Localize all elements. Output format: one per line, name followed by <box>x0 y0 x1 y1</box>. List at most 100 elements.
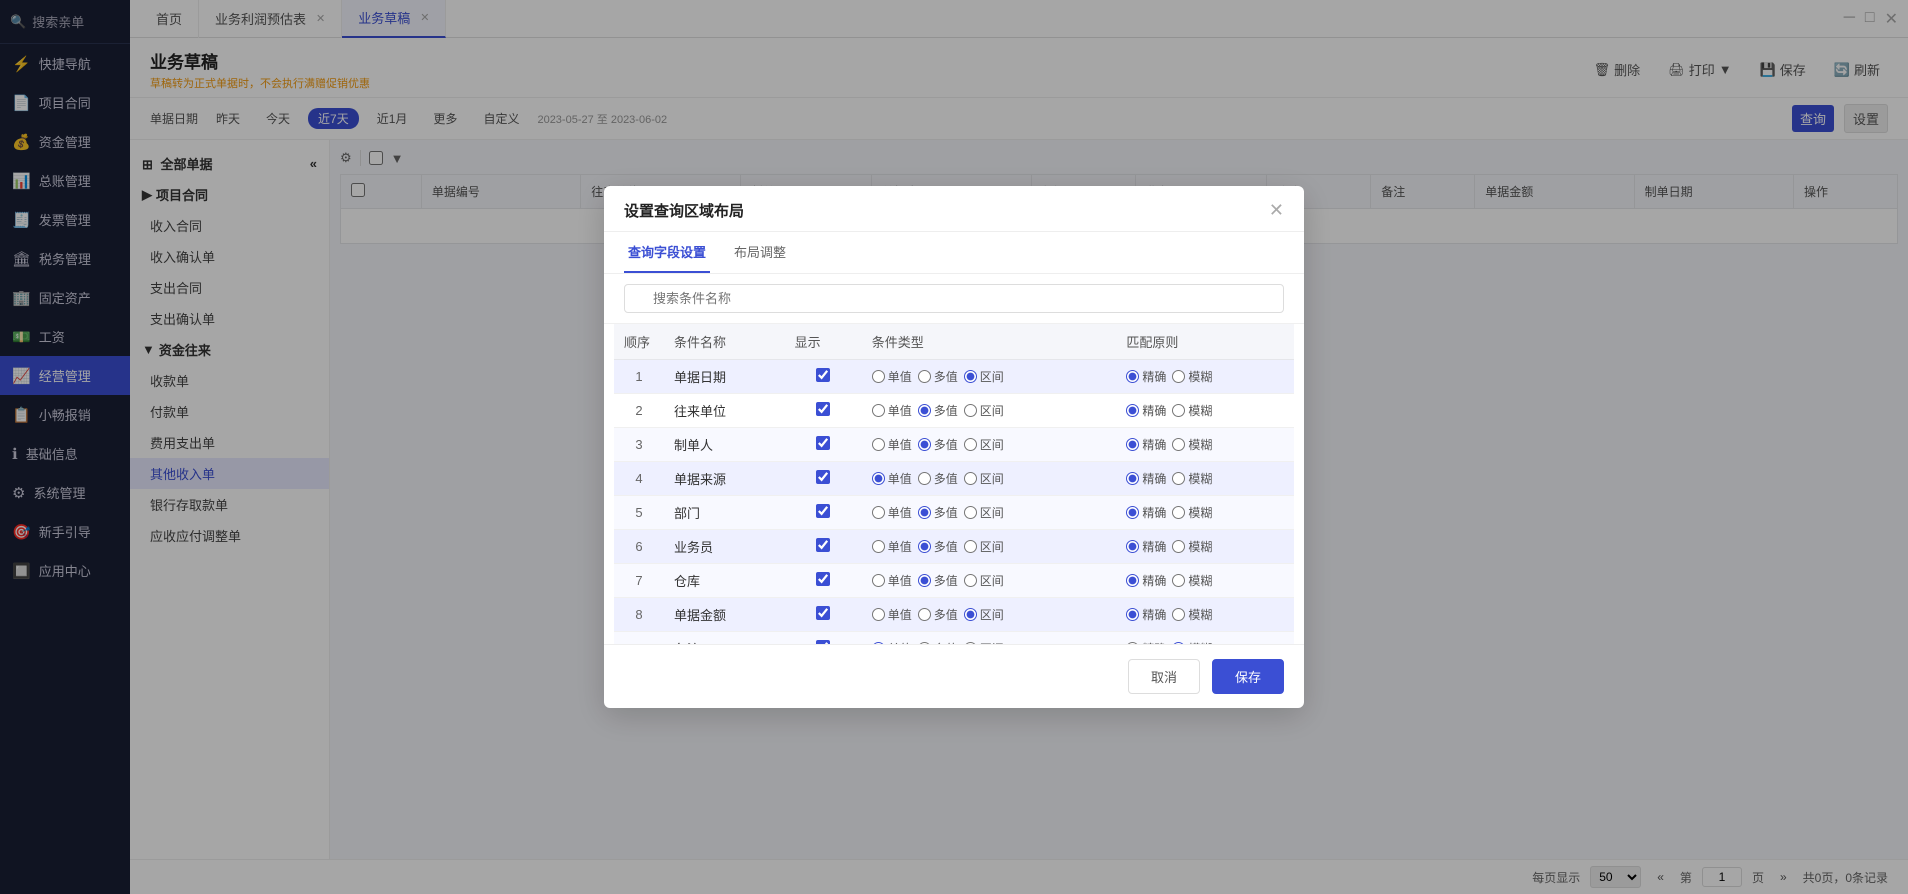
cond-radio-多值[interactable] <box>918 506 931 519</box>
cond-radio-区间[interactable] <box>964 608 977 621</box>
cond-radio-单值[interactable] <box>872 472 885 485</box>
cfg-row-match[interactable]: 精确模糊 <box>1116 360 1294 394</box>
cfg-row-cond-type[interactable]: 单值多值区间 <box>862 462 1117 496</box>
cond-radio-区间[interactable] <box>964 574 977 587</box>
cond-radio-多值[interactable] <box>918 574 931 587</box>
cfg-col-order: 顺序 <box>614 324 664 360</box>
cond-radio-区间[interactable] <box>964 506 977 519</box>
cfg-row-show[interactable] <box>785 462 862 496</box>
cond-radio-单值[interactable] <box>872 404 885 417</box>
cfg-row-show[interactable] <box>785 564 862 598</box>
cfg-row-name: 单据日期 <box>664 360 785 394</box>
cond-radio-多值[interactable] <box>918 608 931 621</box>
cfg-row-match[interactable]: 精确模糊 <box>1116 394 1294 428</box>
dialog: 设置查询区域布局 ✕ 查询字段设置 布局调整 🔍 <box>604 186 1304 708</box>
match-radio-精确[interactable] <box>1126 506 1139 519</box>
dialog-save-btn[interactable]: 保存 <box>1212 659 1284 694</box>
cfg-row-match[interactable]: 精确模糊 <box>1116 428 1294 462</box>
match-radio-精确[interactable] <box>1126 540 1139 553</box>
cfg-row-match[interactable]: 精确模糊 <box>1116 462 1294 496</box>
dialog-search: 🔍 <box>604 274 1304 324</box>
cfg-row-match[interactable]: 精确模糊 <box>1116 530 1294 564</box>
match-radio-精确[interactable] <box>1126 404 1139 417</box>
cfg-row-show[interactable] <box>785 530 862 564</box>
match-radio-精确[interactable] <box>1126 608 1139 621</box>
match-radio-模糊[interactable] <box>1172 404 1185 417</box>
cond-radio-单值[interactable] <box>872 608 885 621</box>
cfg-show-checkbox[interactable] <box>816 538 830 552</box>
match-radio-模糊[interactable] <box>1172 472 1185 485</box>
match-radio-精确[interactable] <box>1126 370 1139 383</box>
cond-radio-多值[interactable] <box>918 370 931 383</box>
match-radio-精确[interactable] <box>1126 438 1139 451</box>
match-radio-模糊[interactable] <box>1172 540 1185 553</box>
cfg-row-cond-type[interactable]: 单值多值区间 <box>862 530 1117 564</box>
cfg-show-checkbox[interactable] <box>816 436 830 450</box>
cfg-row-cond-type[interactable]: 单值多值区间 <box>862 394 1117 428</box>
cond-radio-多值[interactable] <box>918 472 931 485</box>
dialog-close-btn[interactable]: ✕ <box>1269 200 1284 221</box>
cancel-btn[interactable]: 取消 <box>1128 659 1200 694</box>
cfg-table-row: 3制单人单值多值区间精确模糊 <box>614 428 1294 462</box>
cfg-row-cond-type[interactable]: 单值多值区间 <box>862 632 1117 645</box>
cfg-row-show[interactable] <box>785 632 862 645</box>
cfg-row-name: 往来单位 <box>664 394 785 428</box>
cond-radio-多值[interactable] <box>918 540 931 553</box>
cfg-show-checkbox[interactable] <box>816 368 830 382</box>
cond-radio-单值[interactable] <box>872 506 885 519</box>
cfg-table-row: 9备注单值多值区间精确模糊 <box>614 632 1294 645</box>
cfg-row-name: 备注 <box>664 632 785 645</box>
cfg-row-cond-type[interactable]: 单值多值区间 <box>862 564 1117 598</box>
cfg-table-row: 2往来单位单值多值区间精确模糊 <box>614 394 1294 428</box>
dialog-header: 设置查询区域布局 ✕ <box>604 186 1304 232</box>
match-radio-模糊[interactable] <box>1172 506 1185 519</box>
cfg-row-show[interactable] <box>785 360 862 394</box>
cfg-row-match[interactable]: 精确模糊 <box>1116 598 1294 632</box>
cfg-table-row: 7仓库单值多值区间精确模糊 <box>614 564 1294 598</box>
match-radio-模糊[interactable] <box>1172 438 1185 451</box>
cond-radio-单值[interactable] <box>872 540 885 553</box>
cfg-row-match[interactable]: 精确模糊 <box>1116 632 1294 645</box>
dialog-tab-field-settings[interactable]: 查询字段设置 <box>624 232 710 273</box>
search-wrap: 🔍 <box>624 284 1284 313</box>
dialog-footer: 取消 保存 <box>604 644 1304 708</box>
match-radio-模糊[interactable] <box>1172 608 1185 621</box>
cfg-row-name: 单据来源 <box>664 462 785 496</box>
cfg-table: 顺序 条件名称 显示 条件类型 匹配原则 1单据日期单值多值区间精确模糊2往来单… <box>614 324 1294 644</box>
cfg-row-show[interactable] <box>785 496 862 530</box>
cfg-row-cond-type[interactable]: 单值多值区间 <box>862 428 1117 462</box>
cfg-row-show[interactable] <box>785 428 862 462</box>
cond-radio-多值[interactable] <box>918 438 931 451</box>
cfg-row-show[interactable] <box>785 598 862 632</box>
cond-radio-单值[interactable] <box>872 574 885 587</box>
cond-radio-区间[interactable] <box>964 438 977 451</box>
cfg-show-checkbox[interactable] <box>816 402 830 416</box>
cond-radio-多值[interactable] <box>918 404 931 417</box>
match-radio-模糊[interactable] <box>1172 370 1185 383</box>
cfg-show-checkbox[interactable] <box>816 470 830 484</box>
cfg-row-show[interactable] <box>785 394 862 428</box>
cfg-row-cond-type[interactable]: 单值多值区间 <box>862 598 1117 632</box>
dialog-tab-layout-adjust[interactable]: 布局调整 <box>730 232 790 273</box>
match-radio-精确[interactable] <box>1126 472 1139 485</box>
cfg-row-match[interactable]: 精确模糊 <box>1116 564 1294 598</box>
cond-radio-区间[interactable] <box>964 404 977 417</box>
cond-radio-区间[interactable] <box>964 540 977 553</box>
cfg-row-match[interactable]: 精确模糊 <box>1116 496 1294 530</box>
cond-radio-区间[interactable] <box>964 472 977 485</box>
cfg-row-order: 6 <box>614 530 664 564</box>
cfg-show-checkbox[interactable] <box>816 606 830 620</box>
cfg-table-row: 1单据日期单值多值区间精确模糊 <box>614 360 1294 394</box>
cond-radio-单值[interactable] <box>872 438 885 451</box>
cond-radio-区间[interactable] <box>964 370 977 383</box>
cfg-row-cond-type[interactable]: 单值多值区间 <box>862 360 1117 394</box>
dialog-overlay[interactable]: 设置查询区域布局 ✕ 查询字段设置 布局调整 🔍 <box>0 0 1908 894</box>
match-radio-精确[interactable] <box>1126 574 1139 587</box>
cfg-show-checkbox[interactable] <box>816 504 830 518</box>
cfg-row-name: 仓库 <box>664 564 785 598</box>
cond-radio-单值[interactable] <box>872 370 885 383</box>
cfg-row-cond-type[interactable]: 单值多值区间 <box>862 496 1117 530</box>
match-radio-模糊[interactable] <box>1172 574 1185 587</box>
dialog-search-input[interactable] <box>624 284 1284 313</box>
cfg-show-checkbox[interactable] <box>816 572 830 586</box>
